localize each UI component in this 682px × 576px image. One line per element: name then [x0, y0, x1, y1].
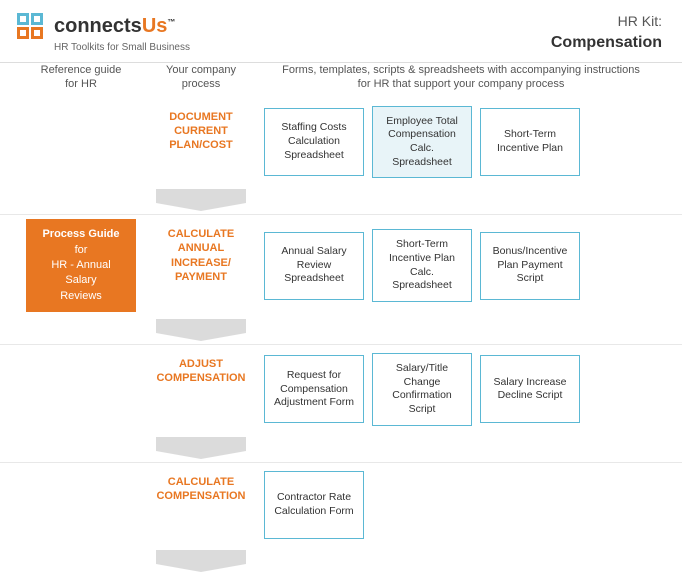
- logo-tm: ™: [167, 17, 175, 26]
- kit-name: Compensation: [551, 34, 662, 51]
- divider-arrow-3: [146, 437, 256, 459]
- section-calc-comp: CALCULATECOMPENSATION Contractor RateCal…: [0, 462, 682, 547]
- header: connectsUs™ HR Toolkits for Small Busine…: [0, 0, 682, 63]
- process-label-2: CALCULATEANNUAL INCREASE/PAYMENT: [146, 215, 256, 292]
- section-calc-annual: Process Guide forHR - Annual SalaryRevie…: [0, 214, 682, 316]
- main-content: Reference guidefor HR Your companyproces…: [0, 63, 682, 575]
- ref-col-3: [16, 345, 146, 434]
- form-short-term-calc[interactable]: Short-TermIncentive PlanCalc. Spreadshee…: [372, 229, 472, 302]
- divider-arrow-1: [146, 189, 256, 211]
- form-staffing-costs[interactable]: Staffing CostsCalculationSpreadsheet: [264, 108, 364, 176]
- process-label-4: CALCULATECOMPENSATION: [152, 463, 249, 512]
- ref-col-1: [16, 98, 146, 187]
- form-employee-total-comp[interactable]: Employee TotalCompensationCalc. Spreadsh…: [372, 106, 472, 179]
- logo-subtitle: HR Toolkits for Small Business: [54, 42, 190, 53]
- forms-col-3: Request forCompensationAdjustment Form S…: [256, 345, 666, 434]
- col-label-ref: Reference guidefor HR: [16, 63, 146, 92]
- divider-1: [0, 186, 682, 214]
- process-col-2: CALCULATEANNUAL INCREASE/PAYMENT: [146, 215, 256, 316]
- form-short-term-incentive-plan[interactable]: Short-TermIncentive Plan: [480, 108, 580, 176]
- forms-col-1: Staffing CostsCalculationSpreadsheet Emp…: [256, 98, 666, 187]
- process-guide-box[interactable]: Process Guide forHR - Annual SalaryRevie…: [26, 219, 136, 312]
- logo-top: connectsUs™: [16, 12, 190, 40]
- col-label-process: Your companyprocess: [146, 63, 256, 92]
- process-col-4: CALCULATECOMPENSATION: [146, 463, 256, 547]
- divider-arrow-4: [146, 550, 256, 572]
- process-col-3: ADJUSTCOMPENSATION: [146, 345, 256, 434]
- arrow-chevron-3: [156, 437, 246, 459]
- section-adjust-comp: ADJUSTCOMPENSATION Request forCompensati…: [0, 344, 682, 434]
- form-contractor-rate[interactable]: Contractor RateCalculation Form: [264, 471, 364, 539]
- divider-3: [0, 434, 682, 462]
- forms-col-2: Annual SalaryReviewSpreadsheet Short-Ter…: [256, 215, 666, 316]
- logo-icon: [16, 12, 48, 40]
- form-salary-title-change[interactable]: Salary/TitleChange ConfirmationScript: [372, 353, 472, 426]
- process-label-1: DOCUMENT CURRENTPLAN/COST: [146, 98, 256, 161]
- logo-name: connectsUs™: [54, 15, 175, 38]
- form-salary-increase-decline[interactable]: Salary IncreaseDecline Script: [480, 355, 580, 423]
- process-col-1: DOCUMENT CURRENTPLAN/COST: [146, 98, 256, 187]
- kit-label: HR Kit:: [618, 13, 662, 29]
- divider-4: [0, 547, 682, 575]
- col-label-forms: Forms, templates, scripts & spreadsheets…: [256, 63, 666, 92]
- divider-arrow-2: [146, 319, 256, 341]
- section-doc-current: DOCUMENT CURRENTPLAN/COST Staffing Costs…: [0, 98, 682, 187]
- logo-area: connectsUs™ HR Toolkits for Small Busine…: [16, 12, 190, 53]
- process-label-3: ADJUSTCOMPENSATION: [152, 345, 249, 394]
- arrow-chevron-4: [156, 550, 246, 572]
- arrow-chevron-1: [156, 189, 246, 211]
- forms-col-4: Contractor RateCalculation Form: [256, 463, 666, 547]
- arrow-chevron-2: [156, 319, 246, 341]
- divider-2: [0, 316, 682, 344]
- ref-col-4: [16, 463, 146, 547]
- form-bonus-incentive-script[interactable]: Bonus/IncentivePlan PaymentScript: [480, 232, 580, 300]
- ref-col-2: Process Guide forHR - Annual SalaryRevie…: [16, 215, 146, 316]
- form-annual-salary-review[interactable]: Annual SalaryReviewSpreadsheet: [264, 232, 364, 300]
- form-request-comp-adjustment[interactable]: Request forCompensationAdjustment Form: [264, 355, 364, 423]
- header-title: HR Kit: Compensation: [551, 12, 662, 54]
- column-labels: Reference guidefor HR Your companyproces…: [0, 63, 682, 92]
